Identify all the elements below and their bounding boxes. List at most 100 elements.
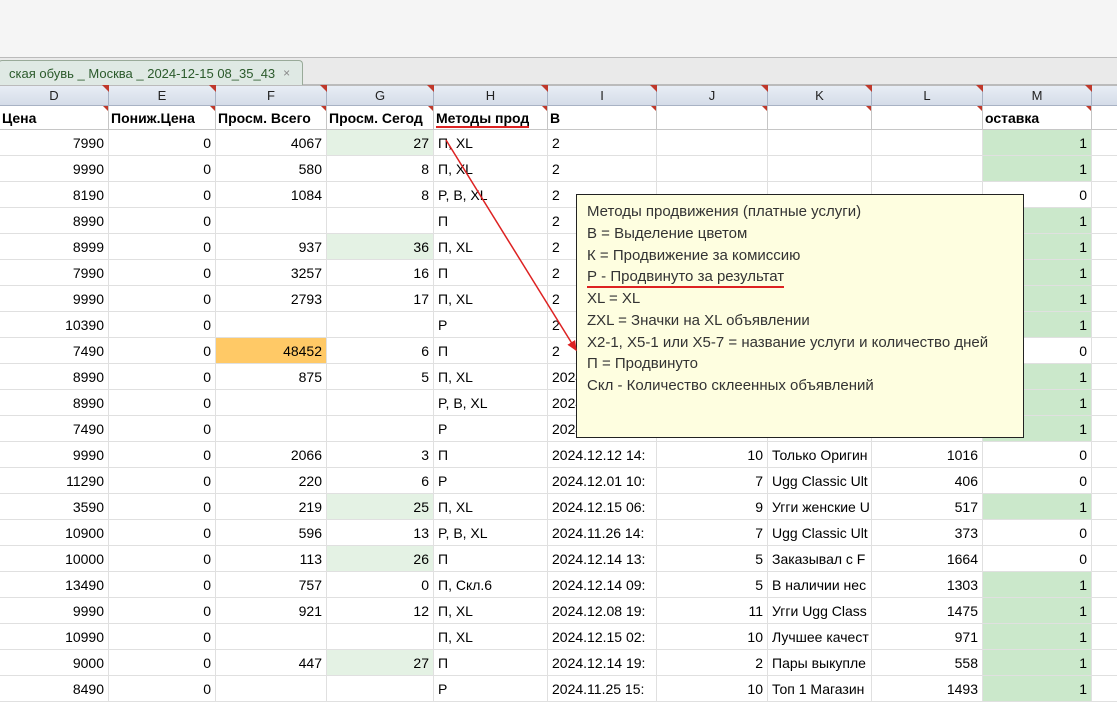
workbook-tab[interactable]: ская обувь _ Москва _ 2024-12-15 08_35_4… xyxy=(0,60,303,85)
cell-F[interactable]: 580 xyxy=(216,156,327,181)
cell-I[interactable]: 2024.12.14 13: xyxy=(548,546,657,571)
cell-G[interactable] xyxy=(327,208,434,233)
col-head-H[interactable]: H xyxy=(434,86,548,106)
cell-M[interactable]: 1 xyxy=(983,598,1092,623)
cell-G[interactable]: 36 xyxy=(327,234,434,259)
cell-L[interactable]: 517 xyxy=(872,494,983,519)
col-head-E[interactable]: E xyxy=(109,86,216,106)
cell-E[interactable]: 0 xyxy=(109,286,216,311)
header-H[interactable]: Методы прод xyxy=(434,106,548,129)
cell-D[interactable]: 8190 xyxy=(0,182,109,207)
cell-I[interactable]: 2 xyxy=(548,156,657,181)
cell-M[interactable]: 0 xyxy=(983,520,1092,545)
cell-D[interactable]: 13490 xyxy=(0,572,109,597)
cell-K[interactable]: Угги женские U xyxy=(768,494,872,519)
cell-D[interactable]: 10390 xyxy=(0,312,109,337)
cell-E[interactable]: 0 xyxy=(109,182,216,207)
cell-G[interactable] xyxy=(327,312,434,337)
cell-F[interactable]: 937 xyxy=(216,234,327,259)
cell-J[interactable]: 5 xyxy=(657,572,768,597)
cell-K[interactable]: Ugg Classic Ult xyxy=(768,520,872,545)
cell-D[interactable]: 8990 xyxy=(0,208,109,233)
cell-I[interactable]: 2024.12.14 19: xyxy=(548,650,657,675)
cell-H[interactable]: П, XL xyxy=(434,494,548,519)
cell-D[interactable]: 11290 xyxy=(0,468,109,493)
cell-H[interactable]: П, XL xyxy=(434,156,548,181)
cell-E[interactable]: 0 xyxy=(109,676,216,701)
cell-L[interactable]: 373 xyxy=(872,520,983,545)
cell-I[interactable]: 2024.11.25 15: xyxy=(548,676,657,701)
close-icon[interactable]: × xyxy=(281,66,292,80)
cell-J[interactable]: 7 xyxy=(657,468,768,493)
cell-D[interactable]: 9990 xyxy=(0,598,109,623)
cell-F[interactable] xyxy=(216,312,327,337)
header-I[interactable]: В xyxy=(548,106,657,129)
cell-H[interactable]: П, XL xyxy=(434,598,548,623)
cell-F[interactable]: 48452 xyxy=(216,338,327,363)
cell-E[interactable]: 0 xyxy=(109,390,216,415)
cell-E[interactable]: 0 xyxy=(109,156,216,181)
cell-G[interactable]: 16 xyxy=(327,260,434,285)
cell-F[interactable] xyxy=(216,208,327,233)
cell-H[interactable]: П xyxy=(434,442,548,467)
cell-F[interactable] xyxy=(216,390,327,415)
cell-F[interactable]: 875 xyxy=(216,364,327,389)
cell-D[interactable]: 8999 xyxy=(0,234,109,259)
cell-H[interactable]: П, XL xyxy=(434,364,548,389)
cell-G[interactable]: 27 xyxy=(327,650,434,675)
cell-M[interactable]: 1 xyxy=(983,572,1092,597)
cell-E[interactable]: 0 xyxy=(109,312,216,337)
cell-D[interactable]: 7490 xyxy=(0,338,109,363)
header-J[interactable] xyxy=(657,106,768,129)
cell-F[interactable]: 219 xyxy=(216,494,327,519)
cell-G[interactable] xyxy=(327,624,434,649)
cell-F[interactable]: 757 xyxy=(216,572,327,597)
cell-D[interactable]: 10990 xyxy=(0,624,109,649)
cell-F[interactable]: 113 xyxy=(216,546,327,571)
cell-J[interactable]: 10 xyxy=(657,676,768,701)
cell-D[interactable]: 9990 xyxy=(0,442,109,467)
cell-H[interactable]: П, XL xyxy=(434,234,548,259)
cell-L[interactable]: 1664 xyxy=(872,546,983,571)
cell-L[interactable]: 1493 xyxy=(872,676,983,701)
cell-J[interactable]: 11 xyxy=(657,598,768,623)
cell-D[interactable]: 9990 xyxy=(0,286,109,311)
cell-J[interactable]: 10 xyxy=(657,442,768,467)
col-head-F[interactable]: F xyxy=(216,86,327,106)
cell-M[interactable]: 0 xyxy=(983,468,1092,493)
cell-I[interactable]: 2024.12.01 10: xyxy=(548,468,657,493)
col-head-D[interactable]: D xyxy=(0,86,109,106)
cell-D[interactable]: 8990 xyxy=(0,390,109,415)
cell-E[interactable]: 0 xyxy=(109,442,216,467)
cell-G[interactable]: 13 xyxy=(327,520,434,545)
cell-F[interactable]: 4067 xyxy=(216,130,327,155)
cell-G[interactable]: 27 xyxy=(327,130,434,155)
cell-L[interactable] xyxy=(872,130,983,155)
cell-K[interactable]: Пары выкупле xyxy=(768,650,872,675)
cell-K[interactable]: Топ 1 Магазин xyxy=(768,676,872,701)
cell-H[interactable]: P xyxy=(434,468,548,493)
header-F[interactable]: Просм. Всего xyxy=(216,106,327,129)
cell-J[interactable]: 9 xyxy=(657,494,768,519)
cell-J[interactable] xyxy=(657,130,768,155)
cell-D[interactable]: 7990 xyxy=(0,260,109,285)
cell-G[interactable]: 6 xyxy=(327,338,434,363)
cell-D[interactable]: 10900 xyxy=(0,520,109,545)
col-head-G[interactable]: G xyxy=(327,86,434,106)
cell-L[interactable]: 1475 xyxy=(872,598,983,623)
cell-G[interactable]: 25 xyxy=(327,494,434,519)
cell-H[interactable]: П xyxy=(434,338,548,363)
cell-H[interactable]: P xyxy=(434,676,548,701)
cell-F[interactable]: 596 xyxy=(216,520,327,545)
cell-J[interactable] xyxy=(657,156,768,181)
cell-J[interactable]: 5 xyxy=(657,546,768,571)
cell-E[interactable]: 0 xyxy=(109,572,216,597)
cell-F[interactable]: 3257 xyxy=(216,260,327,285)
cell-M[interactable]: 0 xyxy=(983,546,1092,571)
cell-K[interactable]: В наличии нес xyxy=(768,572,872,597)
cell-M[interactable]: 1 xyxy=(983,156,1092,181)
cell-G[interactable]: 8 xyxy=(327,156,434,181)
cell-F[interactable]: 220 xyxy=(216,468,327,493)
cell-H[interactable]: П xyxy=(434,650,548,675)
cell-E[interactable]: 0 xyxy=(109,520,216,545)
